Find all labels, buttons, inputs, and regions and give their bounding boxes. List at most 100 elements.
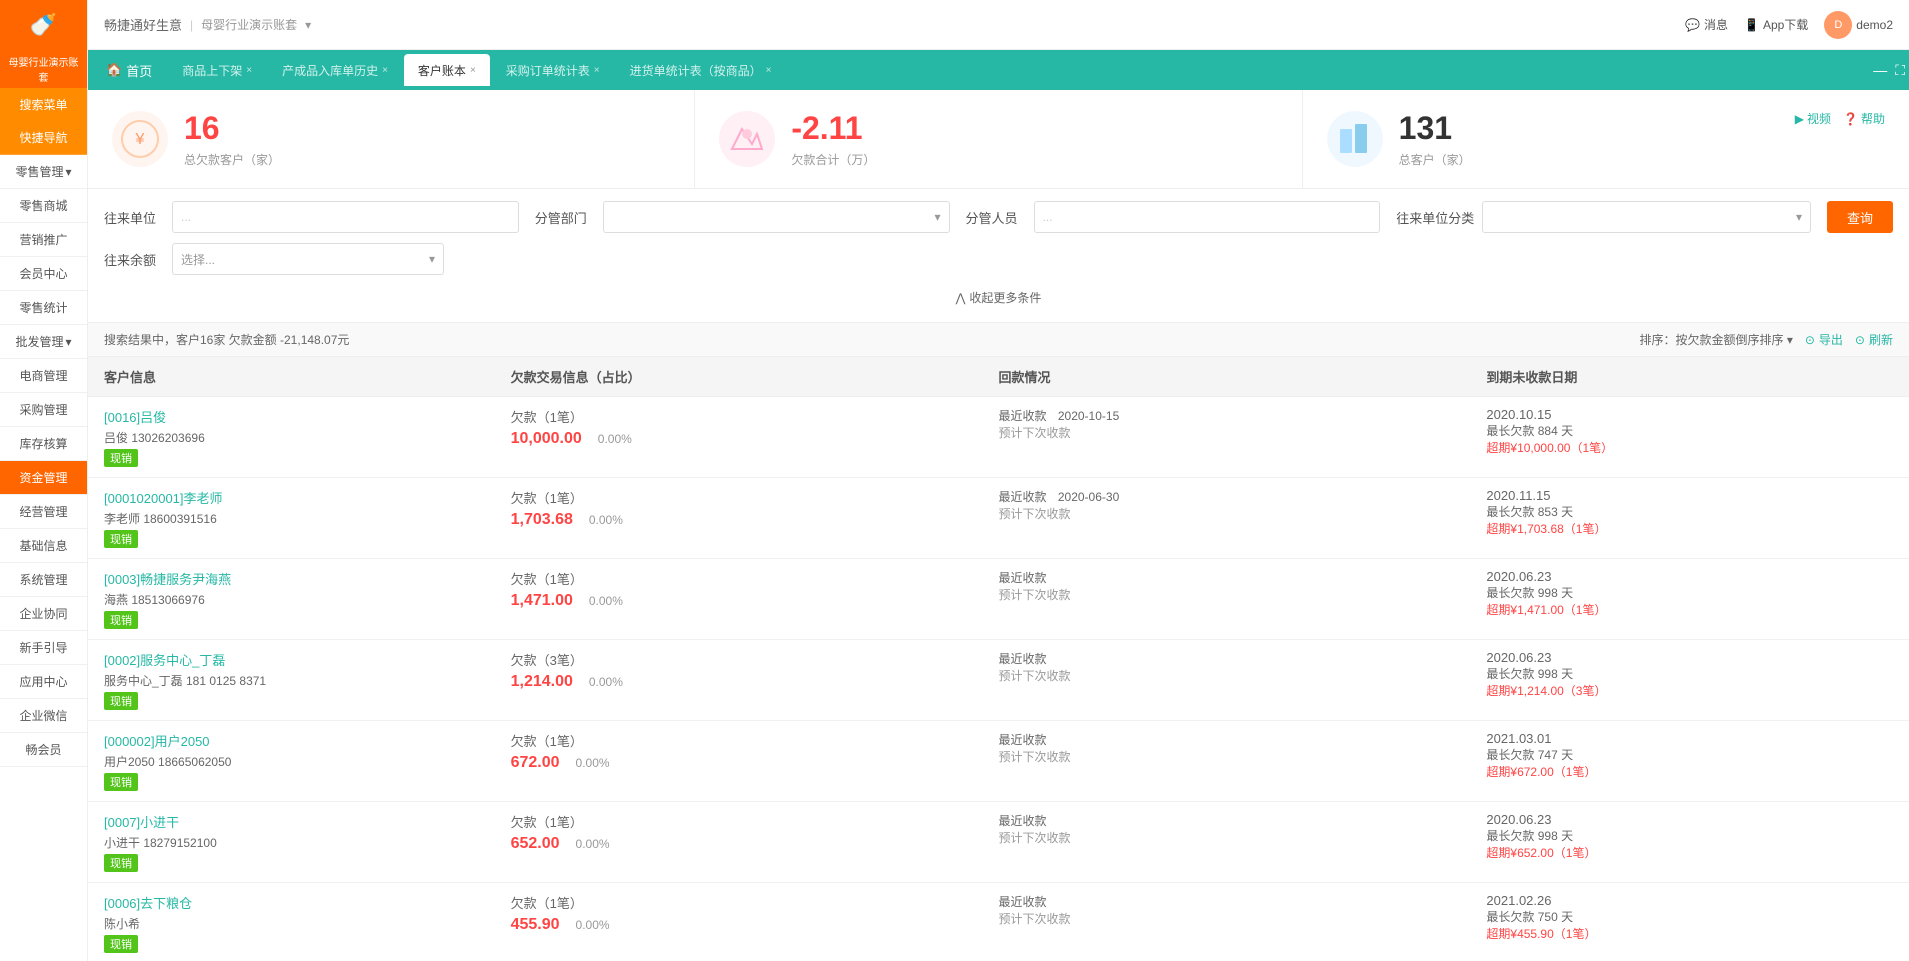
sidebar-item-purchase-mgmt[interactable]: 采购管理 xyxy=(0,393,87,427)
minimize-icon[interactable]: — xyxy=(1873,62,1887,78)
expiry-days-0: 最长欠款 884 天 xyxy=(1486,422,1893,439)
tab-production[interactable]: 产成品入库单历史 × xyxy=(268,54,402,86)
tab-home[interactable]: 🏠 首页 xyxy=(92,54,166,86)
sidebar-item-member[interactable]: 畅会员 xyxy=(0,733,87,767)
debt-count-0: 欠款（1笔） xyxy=(511,407,999,426)
debt-info-6: 欠款（1笔） 455.90 0.00% xyxy=(511,893,999,938)
sidebar-item-system[interactable]: 系统管理 xyxy=(0,563,87,597)
sidebar-item-retail-stats[interactable]: 零售统计 xyxy=(0,291,87,325)
sidebar-item-retail-mgmt[interactable]: 零售管理 ▾ xyxy=(0,155,87,189)
expiry-overdue-0[interactable]: 超期¥10,000.00（1笔） xyxy=(1486,439,1893,456)
collapse-btn[interactable]: ⋀ 收起更多条件 xyxy=(956,289,1042,306)
sidebar-item-app-center[interactable]: 应用中心 xyxy=(0,665,87,699)
department-select[interactable]: ▾ xyxy=(603,201,950,233)
customer-name-5[interactable]: [0007]小进干 xyxy=(104,812,511,831)
debt-amount-row-3: 1,214.00 0.00% xyxy=(511,669,999,695)
return-date-4: 最近收款 xyxy=(999,731,1487,748)
expiry-overdue-1[interactable]: 超期¥1,703.68（1笔） xyxy=(1486,520,1893,537)
tab-customer-account[interactable]: 客户账本 × xyxy=(404,54,490,86)
balance-select[interactable]: 选择... ▾ xyxy=(172,243,444,275)
tabs-bar: 🏠 首页 商品上下架 × 产成品入库单历史 × 客户账本 × 采购订单统计表 ×… xyxy=(88,50,1909,90)
debt-amount-0[interactable]: 10,000.00 xyxy=(511,430,582,448)
export-btn[interactable]: ⊙ 导出 xyxy=(1805,331,1843,348)
customer-name-2[interactable]: [0003]畅捷服务尹海燕 xyxy=(104,569,511,588)
customer-name-4[interactable]: [000002]用户2050 xyxy=(104,731,511,750)
search-menu-item[interactable]: 搜索菜单 xyxy=(0,88,87,121)
debt-amount-2[interactable]: 1,471.00 xyxy=(511,592,573,610)
maximize-icon[interactable]: ⛶ xyxy=(1895,62,1905,79)
expiry-info-0: 2020.10.15 最长欠款 884 天 超期¥10,000.00（1笔） xyxy=(1486,407,1893,456)
chevron-down-icon-2: ▾ xyxy=(1796,210,1802,224)
customer-info-5: [0007]小进干 小进干 18279152100 现销 xyxy=(104,812,511,872)
app-download-btn[interactable]: 📱 App下载 xyxy=(1744,16,1808,33)
sidebar-item-enterprise-coop[interactable]: 企业协同 xyxy=(0,597,87,631)
customer-info-6: [0006]去下粮仓 陈小希 现销 xyxy=(104,893,511,953)
tab-customer-account-close[interactable]: × xyxy=(470,65,476,76)
stat-info-debt-total: -2.11 欠款合计（万） xyxy=(791,110,1277,168)
sidebar-item-inventory[interactable]: 库存核算 xyxy=(0,427,87,461)
sidebar-item-basic-info[interactable]: 基础信息 xyxy=(0,529,87,563)
sidebar-item-batch-mgmt[interactable]: 批发管理 ▾ xyxy=(0,325,87,359)
debt-amount-4[interactable]: 672.00 xyxy=(511,754,560,772)
sort-icon[interactable]: ▾ xyxy=(1787,333,1793,347)
debt-amount-6[interactable]: 455.90 xyxy=(511,916,560,934)
help-btn[interactable]: ❓ 帮助 xyxy=(1843,110,1885,127)
sidebar-item-finance[interactable]: 资金管理 xyxy=(0,461,87,495)
topbar: 畅捷通好生意 | 母婴行业演示账套 ▾ 💬 消息 📱 App下载 D demo2 xyxy=(88,0,1909,50)
debt-amount-1[interactable]: 1,703.68 xyxy=(511,511,573,529)
return-date-5: 最近收款 xyxy=(999,812,1487,829)
user-avatar-btn[interactable]: D demo2 xyxy=(1824,11,1893,39)
dropdown-icon[interactable]: ▾ xyxy=(305,18,311,32)
tab-purchase-stats[interactable]: 进货单统计表（按商品） × xyxy=(616,54,786,86)
customer-name-6[interactable]: [0006]去下粮仓 xyxy=(104,893,511,912)
expiry-overdue-5[interactable]: 超期¥652.00（1笔） xyxy=(1486,844,1893,861)
category-select[interactable]: ▾ xyxy=(1482,201,1811,233)
tab-purchase-order-close[interactable]: × xyxy=(594,65,600,76)
return-next-2: 预计下次收款 xyxy=(999,586,1487,603)
tab-purchase-order[interactable]: 采购订单统计表 × xyxy=(492,54,614,86)
header-debt: 欠款交易信息（占比） xyxy=(511,367,999,386)
sidebar-item-enterprise-wx[interactable]: 企业微信 xyxy=(0,699,87,733)
brand-name: 母婴行业演示账套 xyxy=(0,50,87,88)
quick-nav-item[interactable]: 快捷导航 xyxy=(0,121,87,155)
manager-input[interactable]: ... xyxy=(1034,201,1381,233)
tab-products[interactable]: 商品上下架 × xyxy=(168,54,266,86)
sidebar-item-ecommerce[interactable]: 电商管理 xyxy=(0,359,87,393)
sidebar-item-marketing[interactable]: 营销推广 xyxy=(0,223,87,257)
search-button[interactable]: 查询 xyxy=(1827,201,1893,233)
header-expiry: 到期未收款日期 xyxy=(1486,367,1893,386)
tab-products-close[interactable]: × xyxy=(246,65,252,76)
supplier-label: 往来单位 xyxy=(104,208,164,227)
sidebar-item-new-guide[interactable]: 新手引导 xyxy=(0,631,87,665)
customer-name-1[interactable]: [0001020001]李老师 xyxy=(104,488,511,507)
expiry-overdue-3[interactable]: 超期¥1,214.00（3笔） xyxy=(1486,682,1893,699)
supplier-input[interactable]: ... xyxy=(172,201,519,233)
return-info-3: 最近收款 预计下次收款 xyxy=(999,650,1487,684)
tab-purchase-stats-close[interactable]: × xyxy=(766,65,772,76)
sidebar-item-business[interactable]: 经营管理 xyxy=(0,495,87,529)
message-btn[interactable]: 💬 消息 xyxy=(1685,16,1728,33)
expiry-info-5: 2020.06.23 最长欠款 998 天 超期¥652.00（1笔） xyxy=(1486,812,1893,861)
debt-amount-3[interactable]: 1,214.00 xyxy=(511,673,573,691)
stat-icon-debt-total xyxy=(719,111,775,167)
debt-count-5: 欠款（1笔） xyxy=(511,812,999,831)
refresh-btn[interactable]: ⊙ 刷新 xyxy=(1855,331,1893,348)
return-date-3: 最近收款 xyxy=(999,650,1487,667)
debt-amount-5[interactable]: 652.00 xyxy=(511,835,560,853)
expiry-overdue-2[interactable]: 超期¥1,471.00（1笔） xyxy=(1486,601,1893,618)
return-info-5: 最近收款 预计下次收款 xyxy=(999,812,1487,846)
debt-info-4: 欠款（1笔） 672.00 0.00% xyxy=(511,731,999,776)
expiry-overdue-4[interactable]: 超期¥672.00（1笔） xyxy=(1486,763,1893,780)
customer-name-3[interactable]: [0002]服务中心_丁磊 xyxy=(104,650,511,669)
customer-name-0[interactable]: [0016]吕俊 xyxy=(104,407,511,426)
sidebar-item-member-center[interactable]: 会员中心 xyxy=(0,257,87,291)
return-date-1: 最近收款 2020-06-30 xyxy=(999,488,1487,505)
customer-info-0: [0016]吕俊 吕俊 13026203696 现销 xyxy=(104,407,511,467)
sidebar-item-retail-store[interactable]: 零售商城 xyxy=(0,189,87,223)
filter-manager: 分管人员 ... xyxy=(966,201,1381,233)
return-next-4: 预计下次收款 xyxy=(999,748,1487,765)
video-btn[interactable]: ▶ 视频 xyxy=(1795,110,1831,127)
tab-production-close[interactable]: × xyxy=(382,65,388,76)
expiry-overdue-6[interactable]: 超期¥455.90（1笔） xyxy=(1486,925,1893,942)
tabs-right: — ⛶ xyxy=(1873,62,1905,79)
